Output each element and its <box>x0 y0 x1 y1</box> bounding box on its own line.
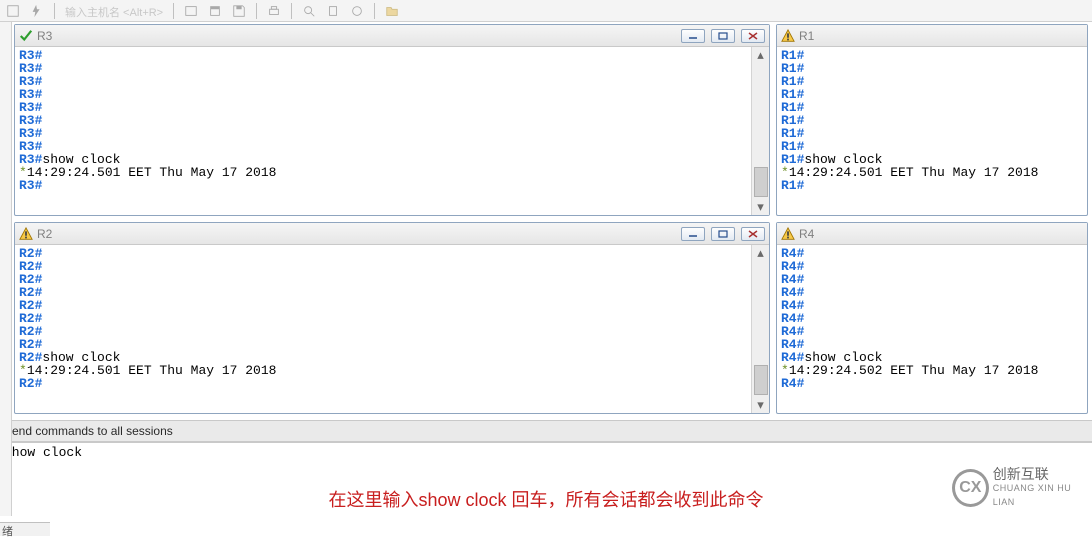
send-label-text: Send commands to all sessions <box>4 424 173 438</box>
save-icon[interactable] <box>232 4 246 18</box>
warning-icon <box>781 29 795 43</box>
watermark-logo: CX <box>952 469 989 507</box>
scroll-thumb[interactable] <box>754 365 768 395</box>
send-commands-label: Send commands to all sessions <box>0 420 1092 442</box>
maximize-button[interactable] <box>711 227 735 241</box>
panel-header[interactable]: R1 <box>777 25 1087 47</box>
toolbar-icon-generic[interactable] <box>184 4 198 18</box>
separator <box>256 3 257 19</box>
close-button[interactable] <box>741 29 765 43</box>
scrollbar[interactable]: ▴▾ <box>751 245 769 413</box>
watermark-brand: 创新互联 <box>993 467 1092 481</box>
minimize-button[interactable] <box>681 29 705 43</box>
toolbar-icon-generic[interactable] <box>6 4 20 18</box>
search-icon[interactable] <box>302 4 316 18</box>
warning-icon <box>19 227 33 241</box>
panel-title: R1 <box>799 29 814 43</box>
clipboard-icon[interactable] <box>326 4 340 18</box>
terminal-grid: R3 R3#R3#R3#R3#R3#R3#R3#R3#R3#show clock… <box>0 22 1092 416</box>
check-icon <box>19 29 33 43</box>
command-input-area <box>0 442 1092 462</box>
scroll-up-icon[interactable]: ▴ <box>753 47 769 63</box>
watermark: CX 创新互联 CHUANG XIN HU LIAN <box>952 458 1092 518</box>
scroll-thumb[interactable] <box>754 167 768 197</box>
folder-icon[interactable] <box>385 4 399 18</box>
scroll-down-icon[interactable]: ▾ <box>753 199 769 215</box>
panel-header[interactable]: R2 <box>15 223 769 245</box>
terminal-output[interactable]: R3#R3#R3#R3#R3#R3#R3#R3#R3#show clock*14… <box>15 47 769 215</box>
terminal-panel-R4: R4 R4#R4#R4#R4#R4#R4#R4#R4#R4#show clock*… <box>776 222 1088 414</box>
minimize-button[interactable] <box>681 227 705 241</box>
terminal-panel-R3: R3 R3#R3#R3#R3#R3#R3#R3#R3#R3#show clock… <box>14 24 770 216</box>
scroll-down-icon[interactable]: ▾ <box>753 397 769 413</box>
scroll-up-icon[interactable]: ▴ <box>753 245 769 261</box>
scrollbar[interactable]: ▴▾ <box>751 47 769 215</box>
separator <box>291 3 292 19</box>
maximize-button[interactable] <box>711 29 735 43</box>
toolbar-icon-generic[interactable] <box>350 4 364 18</box>
panel-header[interactable]: R3 <box>15 25 769 47</box>
panel-title: R2 <box>37 227 52 241</box>
annotation-text: 在这里输入show clock 回车，所有会话都会收到此命令 <box>0 486 1092 512</box>
panel-title: R4 <box>799 227 814 241</box>
warning-icon <box>781 227 795 241</box>
host-input-hint: 输入主机名 <Alt+R> <box>65 4 163 18</box>
watermark-sub: CHUANG XIN HU LIAN <box>993 481 1092 509</box>
terminal-output[interactable]: R4#R4#R4#R4#R4#R4#R4#R4#R4#show clock*14… <box>777 245 1087 413</box>
status-bar: 绪 <box>0 522 50 536</box>
panel-header[interactable]: R4 <box>777 223 1087 245</box>
toolbar-icon-generic[interactable] <box>208 4 222 18</box>
separator <box>173 3 174 19</box>
top-toolbar: 输入主机名 <Alt+R> <box>0 0 1092 22</box>
terminal-output[interactable]: R1#R1#R1#R1#R1#R1#R1#R1#R1#show clock*14… <box>777 47 1087 215</box>
command-input[interactable] <box>0 443 1092 462</box>
terminal-panel-R2: R2 R2#R2#R2#R2#R2#R2#R2#R2#R2#show clock… <box>14 222 770 414</box>
left-gutter <box>0 22 12 516</box>
separator <box>374 3 375 19</box>
panel-title: R3 <box>37 29 52 43</box>
close-button[interactable] <box>741 227 765 241</box>
separator <box>54 3 55 19</box>
lightning-icon[interactable] <box>30 4 44 18</box>
print-icon[interactable] <box>267 4 281 18</box>
terminal-panel-R1: R1 R1#R1#R1#R1#R1#R1#R1#R1#R1#show clock*… <box>776 24 1088 216</box>
terminal-output[interactable]: R2#R2#R2#R2#R2#R2#R2#R2#R2#show clock*14… <box>15 245 769 413</box>
